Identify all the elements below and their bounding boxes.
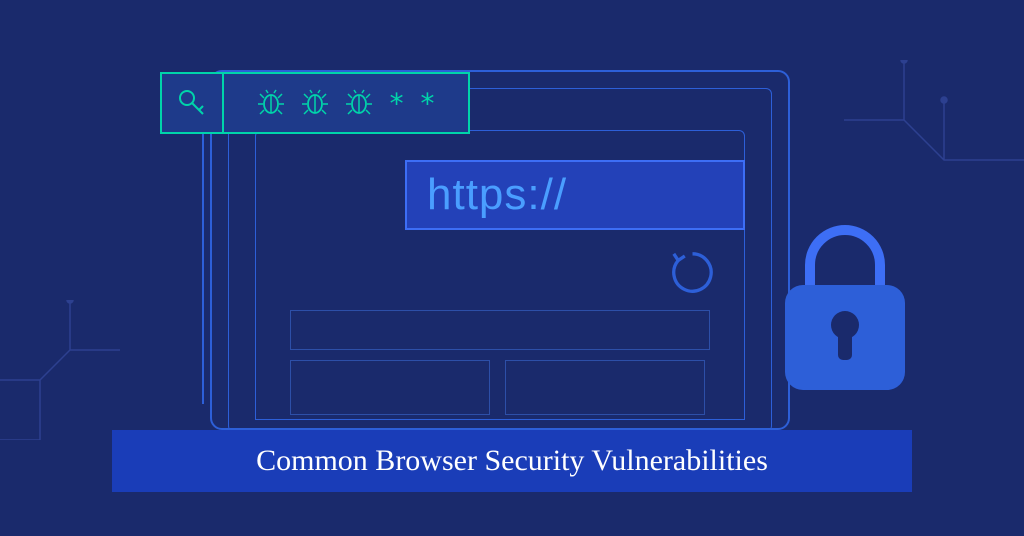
- content-placeholder-block-1: [290, 360, 490, 415]
- key-icon: [176, 87, 208, 119]
- padlock-icon: [770, 225, 920, 405]
- https-protocol-text: https://: [427, 170, 567, 220]
- page-title: Common Browser Security Vulnerabilities: [256, 444, 768, 478]
- key-icon-section: [162, 74, 224, 132]
- bug-icon: [344, 88, 374, 118]
- password-input-illustration: * *: [160, 72, 470, 134]
- connector-line: [202, 134, 204, 404]
- refresh-icon: [665, 245, 720, 300]
- asterisk-char: *: [419, 87, 436, 120]
- title-banner: Common Browser Security Vulnerabilities: [112, 430, 912, 492]
- content-placeholder-block-2: [505, 360, 705, 415]
- asterisk-char: *: [388, 87, 405, 120]
- password-chars-section: * *: [224, 87, 468, 120]
- address-bar: https://: [405, 160, 745, 230]
- content-placeholder-bar: [290, 310, 710, 350]
- bug-icon: [300, 88, 330, 118]
- bug-icon: [256, 88, 286, 118]
- circuit-decoration-right: [844, 60, 1024, 180]
- circuit-decoration-left: [0, 300, 120, 440]
